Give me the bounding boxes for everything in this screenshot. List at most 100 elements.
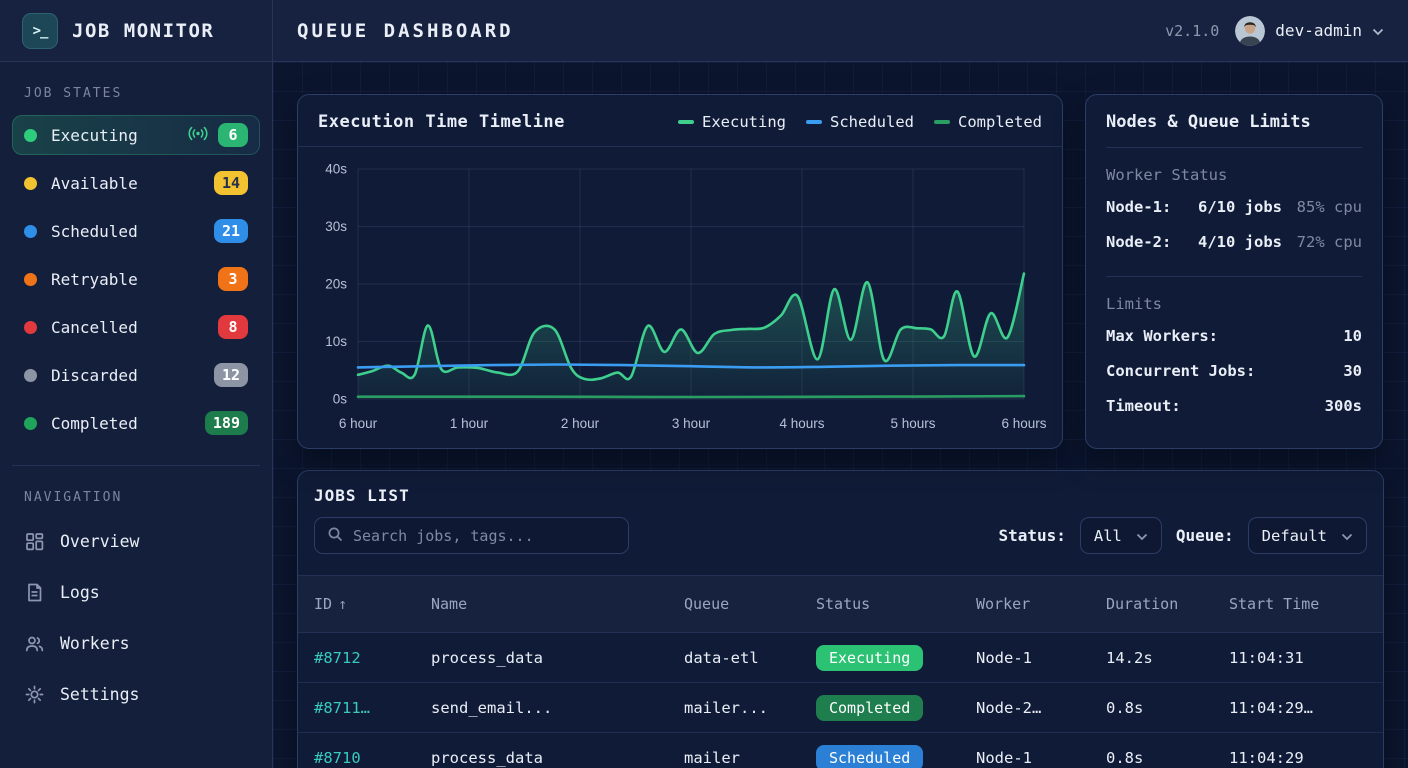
terminal-icon: >_ — [22, 12, 58, 49]
job-status: Executing — [816, 644, 976, 671]
legend-label: Completed — [958, 113, 1042, 131]
nav-label: Logs — [60, 582, 100, 602]
search-icon — [327, 526, 343, 546]
worker-status-heading: Worker Status — [1106, 166, 1228, 184]
queue-filter-value: Default — [1261, 526, 1327, 545]
svg-text:4 hours: 4 hours — [779, 416, 824, 431]
limit-label: Timeout: — [1106, 397, 1181, 415]
limit-row: Timeout: 300s — [1106, 389, 1362, 424]
status-dot — [24, 224, 37, 238]
node-name: Node-2: — [1106, 233, 1172, 251]
node-status-row: Node-1: 6/10 jobs 85% cpu — [1106, 190, 1362, 225]
column-status[interactable]: Status — [816, 595, 976, 613]
chart-title: Execution Time Timeline — [318, 112, 565, 132]
queue-filter-select[interactable]: Default — [1247, 517, 1367, 554]
column-start-time[interactable]: Start Time — [1229, 595, 1367, 613]
job-duration: 0.8s — [1106, 748, 1144, 767]
state-label: Discarded — [51, 365, 138, 385]
app-title: JOB MONITOR — [72, 19, 215, 42]
sidebar-item-workers[interactable]: Workers — [12, 621, 260, 665]
top-header: QUEUE DASHBOARD v2.1.0 dev-admin — [273, 0, 1408, 62]
node-status-row: Node-2: 4/10 jobs 72% cpu — [1106, 225, 1362, 260]
column-queue[interactable]: Queue — [684, 595, 816, 613]
state-label: Retryable — [51, 269, 138, 289]
count-badge: 14 — [213, 171, 248, 195]
sidebar-item-available[interactable]: Available 14 — [12, 163, 260, 203]
search-input[interactable] — [353, 526, 616, 545]
sidebar-item-settings[interactable]: Settings — [12, 672, 260, 716]
svg-text:6 hour: 6 hour — [339, 416, 378, 431]
legend-swatch — [678, 120, 694, 124]
limit-label: Max Workers: — [1106, 327, 1218, 345]
avatar — [1235, 15, 1266, 46]
card-divider — [1106, 276, 1362, 277]
status-filter-select[interactable]: All — [1079, 517, 1162, 554]
legend-item-scheduled[interactable]: Scheduled — [806, 113, 914, 131]
limit-value: 30 — [1343, 362, 1362, 380]
user-menu[interactable]: dev-admin — [1235, 15, 1384, 46]
job-status: Scheduled — [816, 744, 976, 768]
state-label: Available — [51, 173, 138, 193]
status-dot — [24, 368, 37, 382]
user-name: dev-admin — [1275, 21, 1362, 40]
state-label: Cancelled — [51, 317, 138, 337]
job-id-link[interactable]: #8710 — [314, 749, 431, 767]
svg-text:10s: 10s — [325, 334, 347, 349]
sidebar-item-cancelled[interactable]: Cancelled 8 — [12, 307, 260, 347]
jobs-list-card: JOBS LIST Status: All — [297, 470, 1384, 768]
nodes-queue-limits-card: Nodes & Queue Limits Worker Status Node-… — [1085, 94, 1383, 449]
status-filter-label: Status: — [998, 526, 1066, 545]
column-id[interactable]: ID ↑ — [314, 595, 431, 613]
job-queue: mailer — [684, 748, 740, 767]
sidebar-item-retryable[interactable]: Retryable 3 — [12, 259, 260, 299]
column-name[interactable]: Name — [431, 595, 684, 613]
svg-text:6 hours: 6 hours — [1001, 416, 1046, 431]
search-box[interactable] — [314, 517, 629, 554]
sidebar-item-overview[interactable]: Overview — [12, 519, 260, 563]
live-broadcast-icon — [186, 126, 210, 145]
nodes-card-title: Nodes & Queue Limits — [1106, 112, 1362, 148]
sidebar-item-logs[interactable]: Logs — [12, 570, 260, 614]
arrow-up-icon: ↑ — [338, 595, 348, 613]
job-start-time: 11:04:29 — [1229, 748, 1304, 767]
legend-item-completed[interactable]: Completed — [934, 113, 1042, 131]
sidebar-item-executing[interactable]: Executing 6 — [12, 115, 260, 155]
limit-row: Max Workers: 10 — [1106, 319, 1362, 354]
table-row[interactable]: #8711… send_email... mailer... Completed… — [298, 683, 1383, 733]
node-jobs: 6/10 jobs — [1198, 198, 1282, 216]
job-id-link[interactable]: #8711… — [314, 699, 431, 717]
table-row[interactable]: #8712 process_data data-etl Executing No… — [298, 633, 1383, 683]
queue-filter-label: Queue: — [1175, 526, 1234, 545]
job-id-link[interactable]: #8712 — [314, 649, 431, 667]
job-worker: Node-1 — [976, 748, 1032, 767]
limit-value: 300s — [1324, 397, 1362, 415]
job-name: process_data — [431, 648, 543, 667]
nav-label: Overview — [60, 531, 140, 551]
chevron-down-icon — [1372, 21, 1384, 40]
column-duration[interactable]: Duration — [1106, 595, 1229, 613]
table-row[interactable]: #8710 process_data mailer Scheduled Node… — [298, 733, 1383, 768]
limit-row: Concurrent Jobs: 30 — [1106, 354, 1362, 389]
sidebar-item-discarded[interactable]: Discarded 12 — [12, 355, 260, 395]
sidebar: JOB STATES Executing 6 Available 14 Sche… — [0, 62, 273, 768]
count-badge: 12 — [213, 363, 248, 387]
count-badge: 6 — [218, 123, 248, 147]
nav-label: Workers — [60, 633, 130, 653]
node-name: Node-1: — [1106, 198, 1172, 216]
status-badge: Scheduled — [816, 744, 924, 768]
chevron-down-icon — [1136, 527, 1148, 545]
job-name: send_email... — [431, 698, 553, 717]
limits-heading: Limits — [1106, 295, 1162, 313]
column-worker[interactable]: Worker — [976, 595, 1106, 613]
dashboard-grid-icon — [24, 531, 45, 552]
sidebar-item-scheduled[interactable]: Scheduled 21 — [12, 211, 260, 251]
job-duration: 14.2s — [1106, 648, 1153, 667]
chevron-down-icon — [1341, 527, 1353, 545]
legend-item-executing[interactable]: Executing — [678, 113, 786, 131]
sidebar-item-completed[interactable]: Completed 189 — [12, 403, 260, 443]
legend-label: Executing — [702, 113, 786, 131]
gear-icon — [24, 684, 45, 705]
navigation-heading: NAVIGATION — [24, 490, 123, 505]
count-badge: 189 — [204, 411, 248, 435]
svg-text:0s: 0s — [333, 392, 348, 407]
